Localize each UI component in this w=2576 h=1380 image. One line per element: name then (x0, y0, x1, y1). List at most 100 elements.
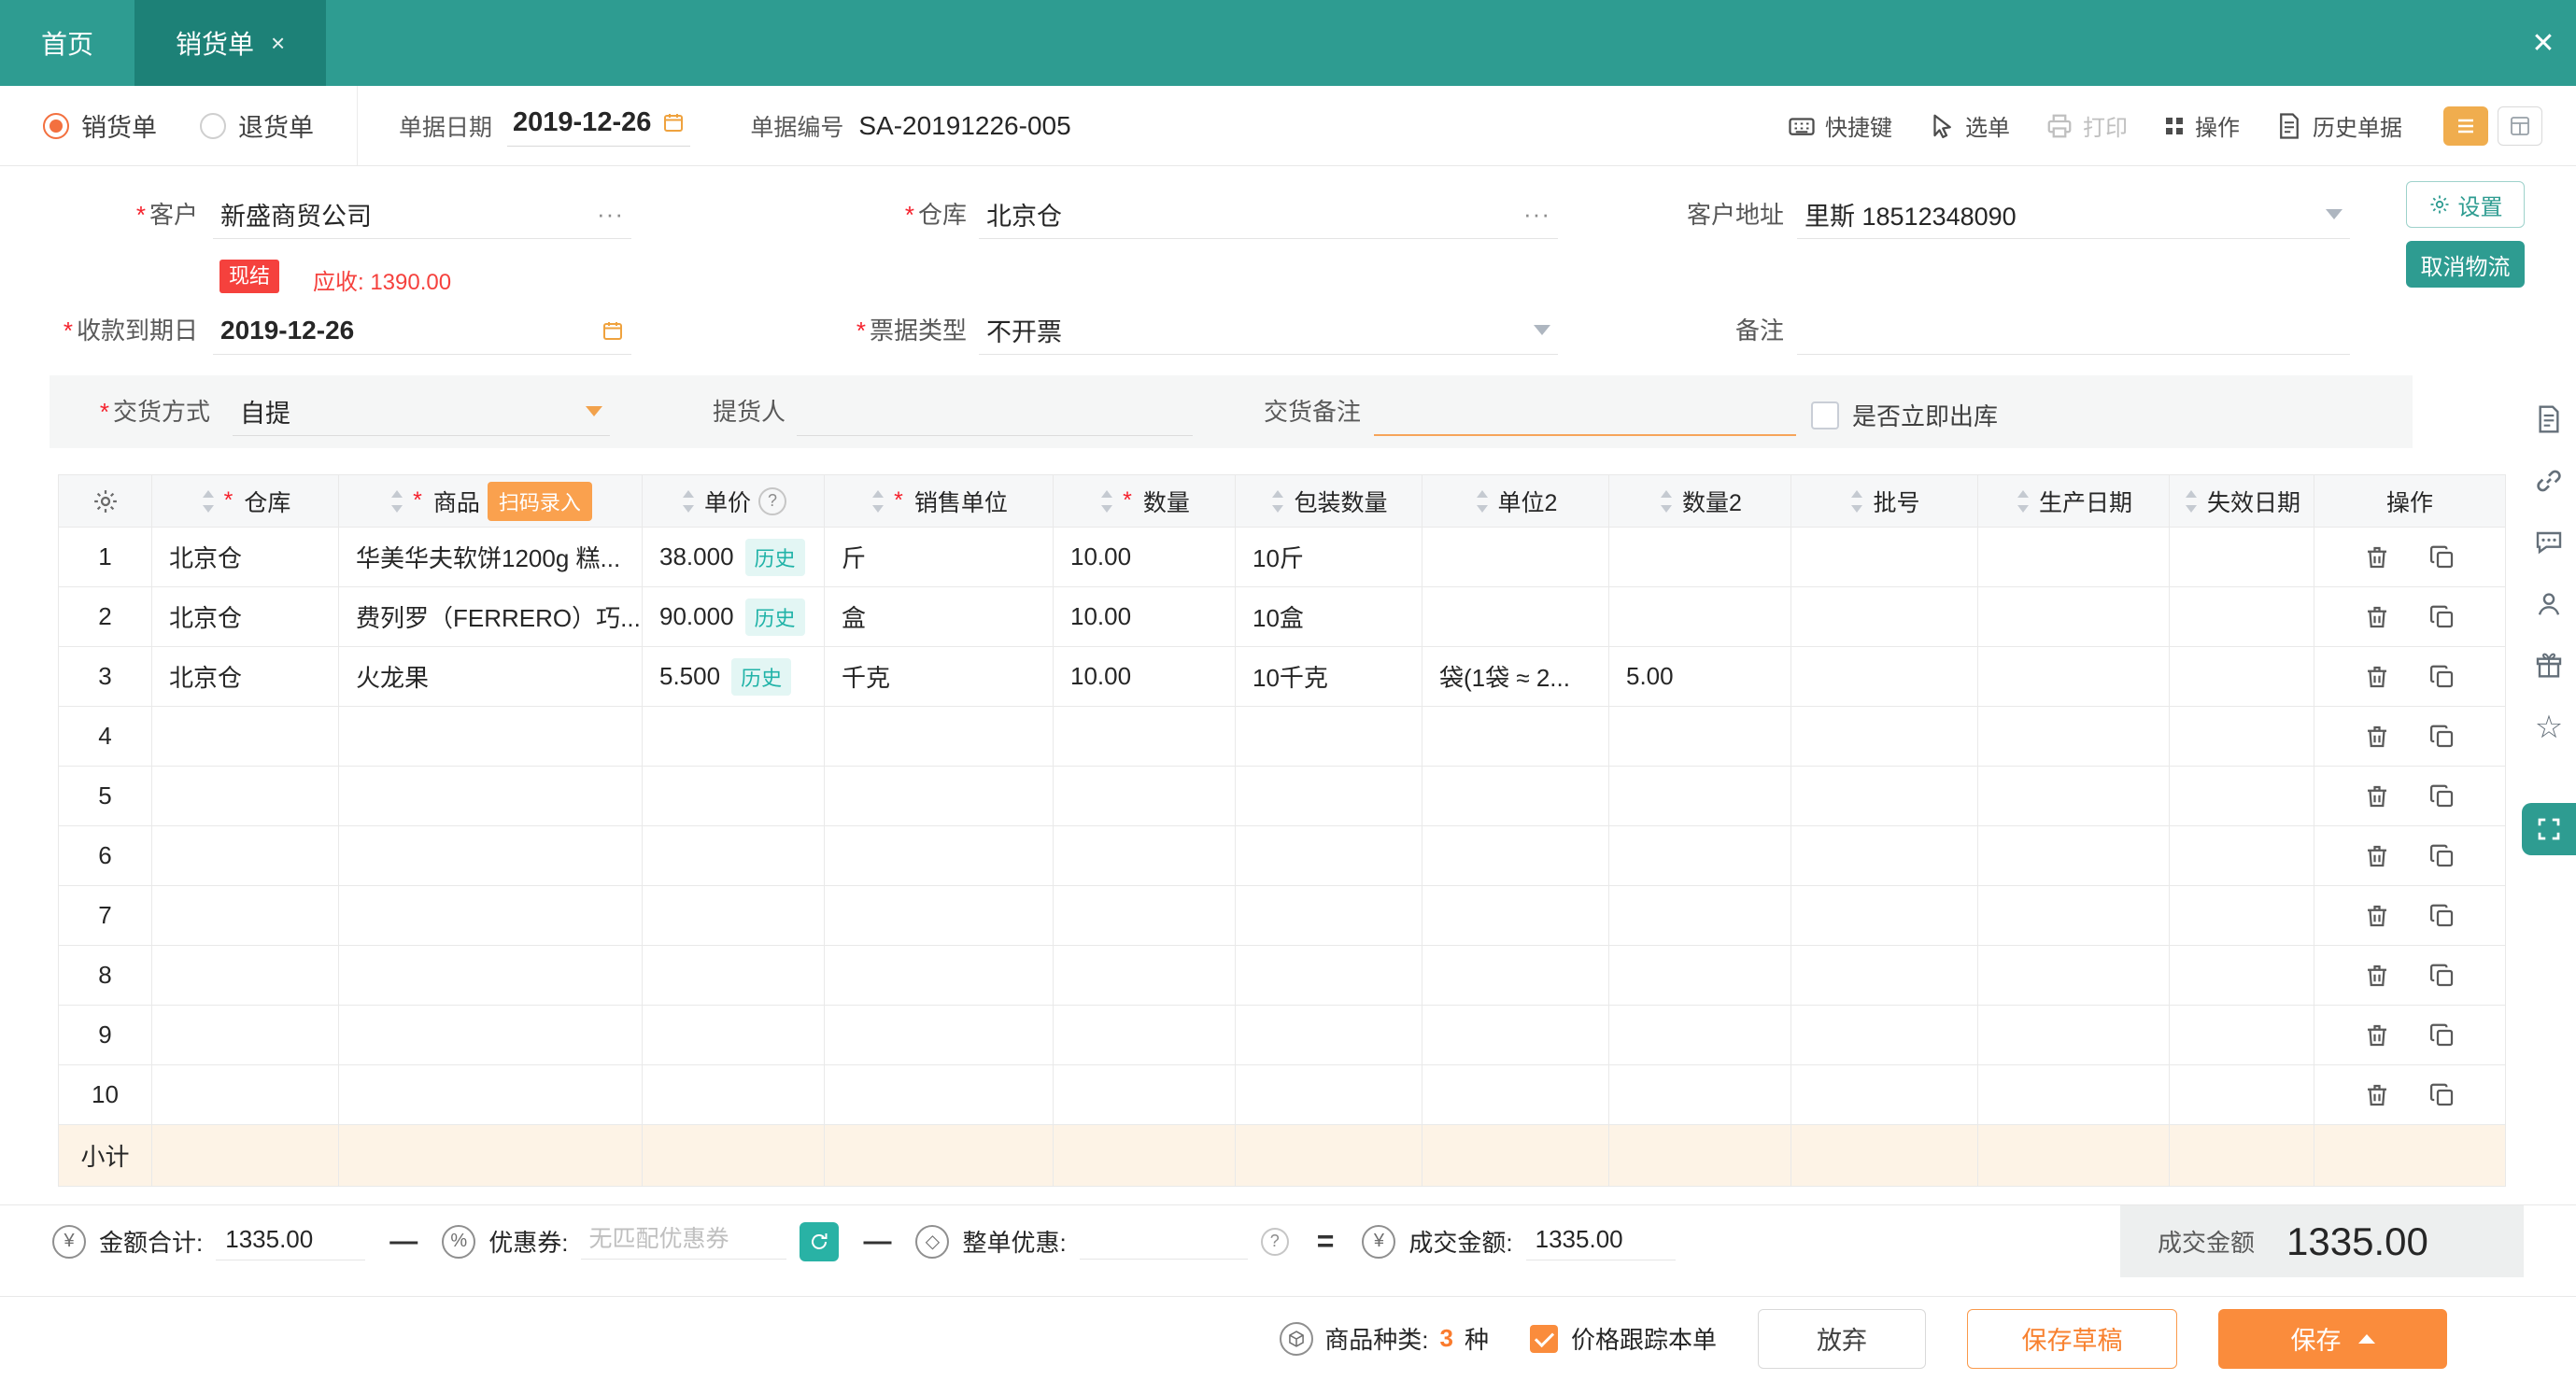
cell-unit2[interactable] (1422, 945, 1609, 1006)
cell-qty[interactable] (1053, 1064, 1236, 1125)
cell-price[interactable] (642, 1064, 825, 1125)
sort-icon[interactable] (1269, 488, 1286, 514)
message-icon[interactable] (2531, 525, 2567, 560)
cell-exp-date[interactable] (2169, 527, 2314, 587)
cell-qty2[interactable] (1608, 766, 1791, 826)
cell-warehouse[interactable] (151, 706, 339, 767)
cell-price[interactable]: 5.500 历史 (642, 646, 825, 707)
discount-help-icon[interactable]: ? (1260, 1227, 1289, 1256)
cell-warehouse[interactable] (151, 1005, 339, 1065)
order-discount-input[interactable] (1079, 1223, 1248, 1260)
delete-row-icon[interactable] (2363, 842, 2391, 870)
cell-sale-unit[interactable]: 千克 (824, 646, 1054, 707)
gear-icon[interactable] (92, 487, 120, 515)
pick-order-button[interactable]: 选单 (1928, 109, 2010, 142)
save-dropdown-caret-icon[interactable] (2357, 1333, 2375, 1344)
history-badge[interactable]: 历史 (731, 657, 792, 696)
cell-price[interactable] (642, 1005, 825, 1065)
cell-warehouse[interactable]: 北京仓 (151, 646, 339, 707)
cell-qty[interactable] (1053, 1005, 1236, 1065)
cell-product[interactable] (338, 706, 643, 767)
shortcut-keys-button[interactable]: 快捷键 (1788, 109, 1892, 142)
sort-icon[interactable] (1474, 488, 1491, 514)
cell-batch[interactable] (1790, 766, 1978, 826)
cell-sale-unit[interactable] (824, 706, 1054, 767)
copy-row-icon[interactable] (2428, 663, 2456, 691)
chevron-down-icon[interactable] (586, 406, 602, 416)
cell-sale-unit[interactable] (824, 1005, 1054, 1065)
delete-row-icon[interactable] (2363, 663, 2391, 691)
cell-exp-date[interactable] (2169, 885, 2314, 946)
cell-price[interactable]: 90.000 历史 (642, 586, 825, 647)
tab-close-icon[interactable]: × (271, 29, 285, 58)
cell-prod-date[interactable] (1977, 527, 2170, 587)
cell-product[interactable] (338, 766, 643, 826)
sort-icon[interactable] (1848, 488, 1865, 514)
cell-qty[interactable]: 10.00 (1053, 527, 1236, 587)
customer-icon[interactable] (2531, 586, 2567, 622)
copy-row-icon[interactable] (2428, 782, 2456, 810)
scan-entry-button[interactable]: 扫码录入 (487, 481, 592, 521)
cell-pack-qty[interactable] (1235, 1005, 1422, 1065)
copy-row-icon[interactable] (2428, 543, 2456, 571)
cell-price[interactable] (642, 766, 825, 826)
delete-row-icon[interactable] (2363, 723, 2391, 751)
cell-exp-date[interactable] (2169, 1064, 2314, 1125)
cell-prod-date[interactable] (1977, 586, 2170, 647)
cell-prod-date[interactable] (1977, 825, 2170, 886)
cell-prod-date[interactable] (1977, 1005, 2170, 1065)
delete-row-icon[interactable] (2363, 1081, 2391, 1109)
copy-row-icon[interactable] (2428, 902, 2456, 930)
cell-sale-unit[interactable] (824, 825, 1054, 886)
cell-unit2[interactable]: 袋(1袋 ≈ 2... (1422, 646, 1609, 707)
delivery-method-select[interactable]: 自提 (233, 387, 610, 436)
cell-unit2[interactable] (1422, 527, 1609, 587)
address-field[interactable]: 里斯 18512348090 (1797, 190, 2350, 239)
cell-pack-qty[interactable] (1235, 706, 1422, 767)
cell-pack-qty[interactable]: 10斤 (1235, 527, 1422, 587)
gift-icon[interactable] (2531, 648, 2567, 683)
chevron-down-icon[interactable] (2326, 209, 2342, 219)
cell-batch[interactable] (1790, 885, 1978, 946)
cell-warehouse[interactable]: 北京仓 (151, 586, 339, 647)
cell-batch[interactable] (1790, 706, 1978, 767)
cell-prod-date[interactable] (1977, 706, 2170, 767)
cell-sale-unit[interactable]: 斤 (824, 527, 1054, 587)
cell-qty2[interactable] (1608, 885, 1791, 946)
cell-qty[interactable]: 10.00 (1053, 586, 1236, 647)
cell-qty2[interactable] (1608, 527, 1791, 587)
link-icon[interactable] (2531, 463, 2567, 499)
cell-batch[interactable] (1790, 527, 1978, 587)
sort-icon[interactable] (680, 488, 697, 514)
tab-sales-order[interactable]: 销货单 × (134, 0, 327, 86)
cell-exp-date[interactable] (2169, 586, 2314, 647)
cell-pack-qty[interactable] (1235, 766, 1422, 826)
immediate-outbound-checkbox[interactable]: 是否立即出库 (1811, 398, 1998, 432)
sort-icon[interactable] (389, 488, 405, 514)
cell-qty[interactable] (1053, 945, 1236, 1006)
cell-qty[interactable]: 10.00 (1053, 646, 1236, 707)
cell-product[interactable] (338, 1064, 643, 1125)
due-date-field[interactable]: 2019-12-26 (213, 306, 631, 355)
cell-warehouse[interactable] (151, 885, 339, 946)
cell-unit2[interactable] (1422, 825, 1609, 886)
save-button[interactable]: 保存 (2218, 1308, 2447, 1369)
cell-qty2[interactable] (1608, 706, 1791, 767)
cell-pack-qty[interactable]: 10千克 (1235, 646, 1422, 707)
cell-exp-date[interactable] (2169, 1005, 2314, 1065)
radio-sales-order[interactable]: 销货单 (43, 107, 157, 144)
cell-qty2[interactable] (1608, 945, 1791, 1006)
warehouse-field[interactable]: 北京仓 ··· (979, 190, 1558, 239)
sort-icon[interactable] (200, 488, 217, 514)
history-badge[interactable]: 历史 (744, 538, 805, 576)
cell-sale-unit[interactable] (824, 885, 1054, 946)
cell-product[interactable] (338, 825, 643, 886)
cell-price[interactable]: 38.000 历史 (642, 527, 825, 587)
cell-warehouse[interactable]: 北京仓 (151, 527, 339, 587)
radio-return-order[interactable]: 退货单 (200, 107, 314, 144)
copy-row-icon[interactable] (2428, 723, 2456, 751)
cell-qty[interactable] (1053, 885, 1236, 946)
delete-row-icon[interactable] (2363, 543, 2391, 571)
cell-exp-date[interactable] (2169, 706, 2314, 767)
cell-price[interactable] (642, 706, 825, 767)
